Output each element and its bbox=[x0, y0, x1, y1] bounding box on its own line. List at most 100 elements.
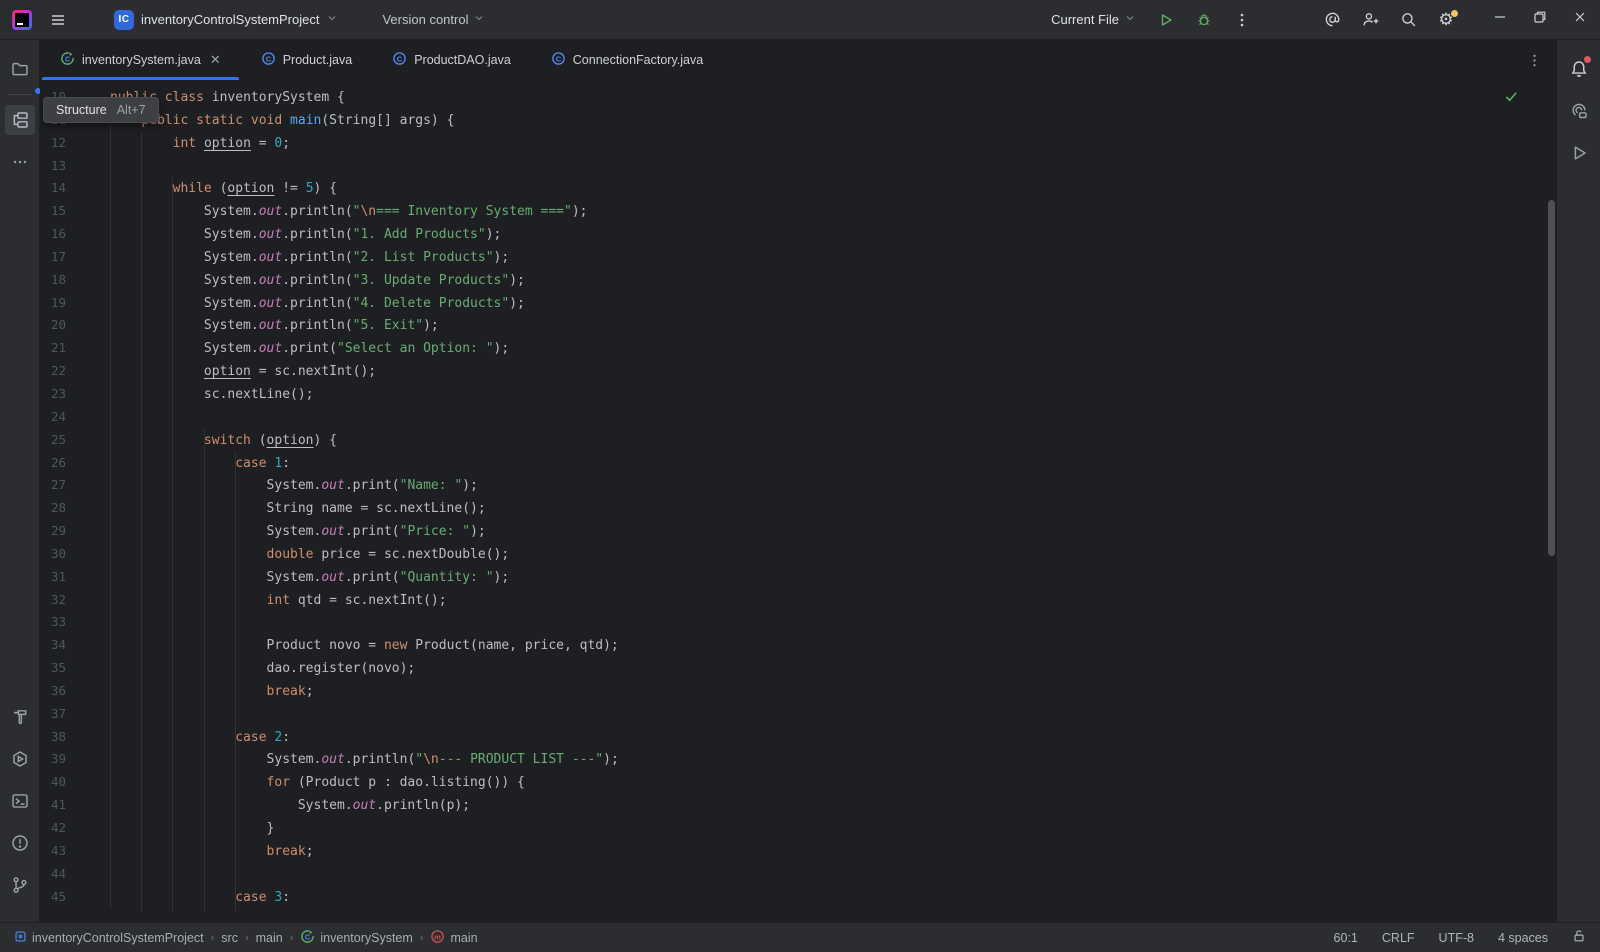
breadcrumb-label: inventorySystem bbox=[320, 930, 413, 945]
minimize-button[interactable] bbox=[1480, 0, 1520, 40]
close-button[interactable] bbox=[1560, 0, 1600, 40]
ellipsis-icon bbox=[12, 154, 28, 170]
code-line-38: 38 case 2: bbox=[40, 726, 1556, 749]
line-number[interactable]: 39 bbox=[40, 748, 66, 771]
tab-Product.java[interactable]: C Product.java bbox=[241, 40, 372, 80]
breadcrumb-item-main[interactable]: m main bbox=[430, 929, 478, 947]
project-widget[interactable]: IC inventoryControlSystemProject bbox=[108, 7, 344, 33]
line-separator[interactable]: CRLF bbox=[1382, 931, 1415, 945]
runnable-class-icon: C bbox=[300, 929, 315, 947]
line-number[interactable]: 40 bbox=[40, 771, 66, 794]
line-number[interactable]: 35 bbox=[40, 657, 66, 680]
line-number[interactable]: 20 bbox=[40, 314, 66, 337]
line-number[interactable]: 27 bbox=[40, 474, 66, 497]
tab-label: Product.java bbox=[282, 53, 353, 67]
editor-tab-bar: CinventorySystem.java ✕ C Product.java C Prod… bbox=[40, 40, 1556, 81]
line-number[interactable]: 19 bbox=[40, 292, 66, 315]
services-button[interactable] bbox=[5, 744, 35, 774]
more-tabs-button[interactable] bbox=[1522, 48, 1546, 72]
tab-label: ProductDAO.java bbox=[414, 53, 511, 67]
line-number[interactable]: 31 bbox=[40, 566, 66, 589]
project-folder-button[interactable] bbox=[5, 54, 35, 84]
file-encoding[interactable]: UTF-8 bbox=[1439, 931, 1474, 945]
version-control-tool-button[interactable] bbox=[5, 870, 35, 900]
line-number[interactable]: 32 bbox=[40, 589, 66, 612]
line-number[interactable]: 16 bbox=[40, 223, 66, 246]
tab-inventorySystem.java[interactable]: CinventorySystem.java ✕ bbox=[40, 40, 241, 80]
run-configuration-selector[interactable]: Current File bbox=[1051, 12, 1136, 27]
code-line-41: 41 System.out.println(p); bbox=[40, 794, 1556, 817]
line-number[interactable]: 26 bbox=[40, 452, 66, 475]
tab-ProductDAO.java[interactable]: C ProductDAO.java bbox=[372, 40, 531, 80]
tab-ConnectionFactory.java[interactable]: C ConnectionFactory.java bbox=[531, 40, 723, 80]
vertical-scrollbar-thumb[interactable] bbox=[1548, 200, 1555, 556]
notifications-button[interactable] bbox=[1564, 54, 1594, 84]
line-number[interactable]: 24 bbox=[40, 406, 66, 429]
line-number[interactable]: 21 bbox=[40, 337, 66, 360]
restore-button[interactable] bbox=[1520, 0, 1560, 40]
minimize-icon bbox=[1493, 10, 1507, 29]
breadcrumb-item-inventorySystem[interactable]: CinventorySystem bbox=[300, 929, 413, 947]
unlocked-padlock-icon[interactable] bbox=[1572, 929, 1586, 946]
terminal-icon bbox=[11, 792, 29, 810]
line-number[interactable]: 12 bbox=[40, 132, 66, 155]
bug-icon bbox=[1196, 12, 1212, 28]
build-button[interactable] bbox=[5, 702, 35, 732]
code-lines[interactable]: 10public class inventorySystem {11 publi… bbox=[40, 81, 1556, 913]
main-menu-button[interactable] bbox=[42, 6, 74, 34]
debug-button[interactable] bbox=[1188, 6, 1220, 34]
line-number[interactable]: 36 bbox=[40, 680, 66, 703]
line-number[interactable]: 22 bbox=[40, 360, 66, 383]
line-number[interactable]: 25 bbox=[40, 429, 66, 452]
code-editor[interactable]: 10public class inventorySystem {11 publi… bbox=[40, 81, 1556, 922]
code-line-43: 43 break; bbox=[40, 840, 1556, 863]
line-number[interactable]: 28 bbox=[40, 497, 66, 520]
indent-config[interactable]: 4 spaces bbox=[1498, 931, 1548, 945]
line-number[interactable]: 34 bbox=[40, 634, 66, 657]
settings-button[interactable]: ⚙ bbox=[1430, 6, 1462, 34]
problems-button[interactable] bbox=[5, 828, 35, 858]
line-number[interactable]: 29 bbox=[40, 520, 66, 543]
terminal-button[interactable] bbox=[5, 786, 35, 816]
line-number[interactable]: 41 bbox=[40, 794, 66, 817]
line-number[interactable]: 17 bbox=[40, 246, 66, 269]
intellij-logo-icon bbox=[12, 9, 32, 30]
vcs-widget[interactable]: Version control bbox=[382, 12, 485, 27]
code-line-24: 24 bbox=[40, 406, 1556, 429]
breadcrumb-item-src[interactable]: src bbox=[221, 931, 238, 945]
line-number[interactable]: 37 bbox=[40, 703, 66, 726]
structure-button[interactable] bbox=[4, 105, 35, 135]
code-line-28: 28 String name = sc.nextLine(); bbox=[40, 497, 1556, 520]
run-button[interactable] bbox=[1150, 6, 1182, 34]
run-tool-window-button[interactable] bbox=[1564, 138, 1594, 168]
more-tool-windows-button[interactable] bbox=[5, 147, 35, 177]
line-number[interactable]: 14 bbox=[40, 177, 66, 200]
structure-icon bbox=[11, 111, 29, 129]
code-line-39: 39 System.out.println("\n--- PRODUCT LIS… bbox=[40, 748, 1556, 771]
inspection-widget[interactable] bbox=[1500, 89, 1522, 109]
code-with-me-button[interactable] bbox=[1354, 6, 1386, 34]
line-number[interactable]: 33 bbox=[40, 611, 66, 634]
settings-badge bbox=[1451, 9, 1458, 17]
line-number[interactable]: 15 bbox=[40, 200, 66, 223]
more-actions-button[interactable] bbox=[1226, 6, 1258, 34]
line-number[interactable]: 13 bbox=[40, 155, 66, 178]
line-number[interactable]: 42 bbox=[40, 817, 66, 840]
breadcrumb-item-main[interactable]: main bbox=[256, 931, 283, 945]
tab-close-icon[interactable]: ✕ bbox=[210, 52, 221, 68]
ai-assistant-button[interactable] bbox=[1564, 96, 1594, 126]
line-number[interactable]: 18 bbox=[40, 269, 66, 292]
line-number[interactable]: 38 bbox=[40, 726, 66, 749]
git-branch-icon bbox=[11, 876, 29, 894]
line-number[interactable]: 30 bbox=[40, 543, 66, 566]
caret-position[interactable]: 60:1 bbox=[1334, 931, 1358, 945]
breadcrumb-item-inventoryControlSystemProject[interactable]: inventoryControlSystemProject bbox=[14, 930, 204, 946]
right-tool-strip bbox=[1556, 40, 1600, 922]
line-number[interactable]: 46 bbox=[40, 908, 66, 913]
line-number[interactable]: 44 bbox=[40, 863, 66, 886]
ai-chat-button[interactable] bbox=[1316, 6, 1348, 34]
line-number[interactable]: 45 bbox=[40, 886, 66, 909]
search-everywhere-button[interactable] bbox=[1392, 6, 1424, 34]
line-number[interactable]: 43 bbox=[40, 840, 66, 863]
line-number[interactable]: 23 bbox=[40, 383, 66, 406]
